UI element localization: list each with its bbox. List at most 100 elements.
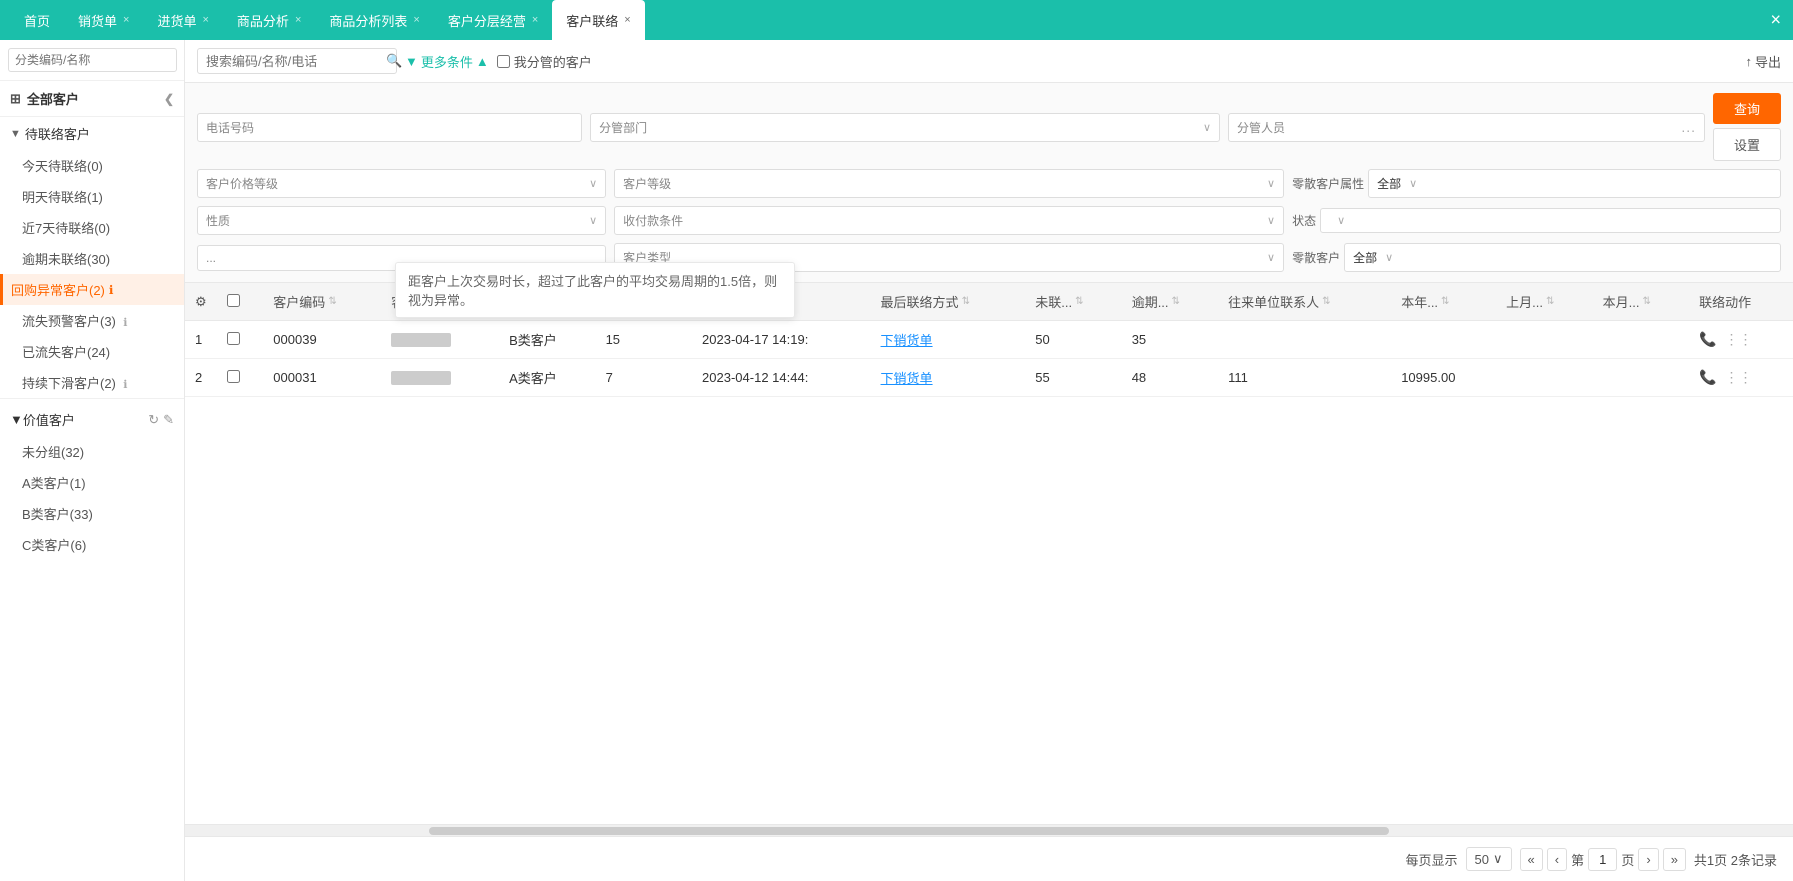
filter-payment[interactable]: 收付款条件 ∨: [614, 206, 1284, 235]
row1-phone-icon[interactable]: 📞: [1699, 331, 1716, 348]
sidebar-item-anomaly[interactable]: 回购异常客户(2) ℹ: [0, 274, 184, 305]
row2-phone-icon[interactable]: 📞: [1699, 369, 1716, 386]
sort-way-icon: ⇅: [962, 296, 970, 307]
row2-last-month: [1496, 359, 1592, 397]
next-page-btn[interactable]: ›: [1638, 848, 1658, 871]
table-settings-icon[interactable]: ⚙: [195, 294, 207, 309]
filter-manager[interactable]: 分管人员 ...: [1228, 113, 1705, 142]
filter-price-level[interactable]: 客户价格等级 ∨: [197, 169, 606, 198]
page-size-value: 50: [1475, 852, 1489, 867]
sidebar-search-input[interactable]: [8, 48, 177, 72]
nav-item-home[interactable]: 首页: [10, 0, 64, 40]
row2-partner: 111: [1218, 359, 1391, 397]
page-size-select[interactable]: 50 ∨: [1466, 847, 1512, 871]
row2-last-way[interactable]: 下销货单: [871, 359, 1026, 397]
row1-more-icon[interactable]: ⋮⋮: [1725, 331, 1753, 348]
tooltip-box: 距客户上次交易时长，超过了此客户的平均交易周期的1.5倍，则视为异常。: [395, 262, 795, 318]
sidebar-item-class-a[interactable]: A类客户(1): [0, 467, 184, 498]
sidebar-value-header[interactable]: ▼ 价值客户 ↻ ✎: [0, 403, 184, 436]
sidebar-item-lost[interactable]: 已流失客户(24): [0, 336, 184, 367]
nav-item-purchase[interactable]: 进货单 ×: [143, 0, 222, 40]
row1-select-checkbox[interactable]: [227, 332, 240, 345]
nav-item-analysis-list[interactable]: 商品分析列表 ×: [315, 0, 433, 40]
scroll-thumb[interactable]: [429, 827, 1389, 835]
row2-actions: 📞 ⋮⋮: [1689, 359, 1793, 397]
filter-row-1: 电话号码 分管部门 ∨ 分管人员 ... 查询 设置: [197, 93, 1781, 161]
sidebar-item-tomorrow[interactable]: 明天待联络(1): [0, 181, 184, 212]
nav-item-customer-contact[interactable]: 客户联络 ×: [552, 0, 644, 40]
sidebar-pending-header[interactable]: ▼ 待联络客户: [0, 117, 184, 150]
header-overdue[interactable]: 逾期... ⇅: [1122, 283, 1218, 321]
filter-retail-customer-select[interactable]: 全部 ∨: [1344, 243, 1781, 272]
nav-item-sales[interactable]: 销货单 ×: [64, 0, 143, 40]
filter-customer-level[interactable]: 客户等级 ∨: [614, 169, 1284, 198]
header-last-contact-way[interactable]: 最后联络方式 ⇅: [871, 283, 1026, 321]
main-layout: 🔍 ⊞ 全部客户 ❮ ▼ 待联络客户 今天待联络(0) 明天待联络(1): [0, 40, 1793, 881]
row1-this-year: [1391, 321, 1496, 359]
window-close-button[interactable]: ×: [1770, 10, 1781, 31]
row1-this-month: [1593, 321, 1689, 359]
filter-status-select[interactable]: ∨: [1320, 208, 1781, 233]
last-page-btn[interactable]: »: [1663, 848, 1686, 871]
sidebar-item-loss-warning[interactable]: 流失预警客户(3) ℹ: [0, 305, 184, 336]
filter-search-box: 🔍: [197, 48, 397, 74]
filter-retail-attr-select[interactable]: 全部 ∨: [1368, 169, 1781, 198]
row2-name: [381, 359, 499, 397]
set-button[interactable]: 设置: [1713, 128, 1781, 161]
first-page-btn[interactable]: «: [1520, 848, 1543, 871]
more-conditions-btn[interactable]: ▼ 更多条件 ▲: [405, 52, 489, 71]
header-this-month[interactable]: 本月... ⇅: [1593, 283, 1689, 321]
edit-icon[interactable]: ✎: [163, 412, 174, 428]
close-sales-icon[interactable]: ×: [123, 14, 129, 26]
row2-type: A类客户: [499, 359, 595, 397]
sidebar-item-7days[interactable]: 近7天待联络(0): [0, 212, 184, 243]
sidebar-item-class-c[interactable]: C类客户(6): [0, 529, 184, 560]
refresh-icon[interactable]: ↻: [148, 412, 159, 428]
export-button[interactable]: ↑ 导出: [1745, 52, 1781, 71]
close-customer-contact-icon[interactable]: ×: [624, 14, 630, 26]
row2-blurred-name: [391, 371, 451, 385]
row2-contact-count: 7: [596, 359, 692, 397]
prev-page-btn[interactable]: ‹: [1547, 848, 1567, 871]
anomaly-info-icon: ℹ: [109, 283, 114, 297]
nav-item-customer-tier[interactable]: 客户分层经营 ×: [434, 0, 552, 40]
sidebar-collapse-btn[interactable]: ❮: [164, 92, 174, 106]
my-customer-checkbox[interactable]: [497, 55, 510, 68]
sidebar-item-class-b[interactable]: B类客户(33): [0, 498, 184, 529]
sidebar-all-customers[interactable]: ⊞ 全部客户 ❮: [0, 81, 184, 117]
nav-item-analysis[interactable]: 商品分析 ×: [223, 0, 315, 40]
close-analysis-icon[interactable]: ×: [295, 14, 301, 26]
page-suffix: 页: [1621, 850, 1634, 869]
filter-phone[interactable]: 电话号码: [197, 113, 582, 142]
row1-last-way[interactable]: 下销货单: [871, 321, 1026, 359]
page-prefix: 第: [1571, 850, 1584, 869]
sort-year-icon: ⇅: [1441, 296, 1449, 307]
sidebar-item-declining[interactable]: 持续下滑客户(2) ℹ: [0, 367, 184, 398]
close-purchase-icon[interactable]: ×: [202, 14, 208, 26]
row2-select-checkbox[interactable]: [227, 370, 240, 383]
filter-search-input[interactable]: [206, 54, 382, 69]
header-code[interactable]: 客户编码 ⇅: [263, 283, 381, 321]
header-un-contact[interactable]: 未联... ⇅: [1025, 283, 1121, 321]
close-customer-tier-icon[interactable]: ×: [532, 14, 538, 26]
filter-department[interactable]: 分管部门 ∨: [590, 113, 1220, 142]
price-chevron-icon: ∨: [589, 177, 597, 190]
row2-overdue: 48: [1122, 359, 1218, 397]
row1-last-month: [1496, 321, 1592, 359]
current-page-input[interactable]: 1: [1588, 848, 1617, 871]
filter-search-icon[interactable]: 🔍: [386, 53, 402, 69]
close-analysis-list-icon[interactable]: ×: [413, 14, 419, 26]
sidebar-item-overdue[interactable]: 逾期未联络(30): [0, 243, 184, 274]
table-row: 1 000039 B类客户 15 2023-04-17 14:19: 下销货单 …: [185, 321, 1793, 359]
select-all-checkbox[interactable]: [227, 294, 240, 307]
my-customer-filter[interactable]: 我分管的客户: [497, 52, 592, 71]
horizontal-scrollbar[interactable]: [185, 824, 1793, 836]
header-last-month[interactable]: 上月... ⇅: [1496, 283, 1592, 321]
sidebar-item-unclassified[interactable]: 未分组(32): [0, 436, 184, 467]
query-button[interactable]: 查询: [1713, 93, 1781, 124]
header-this-year[interactable]: 本年... ⇅: [1391, 283, 1496, 321]
header-partner-contact[interactable]: 往来单位联系人 ⇅: [1218, 283, 1391, 321]
row2-more-icon[interactable]: ⋮⋮: [1725, 369, 1753, 386]
sidebar-item-today[interactable]: 今天待联络(0): [0, 150, 184, 181]
filter-gender[interactable]: 性质 ∨: [197, 206, 606, 235]
